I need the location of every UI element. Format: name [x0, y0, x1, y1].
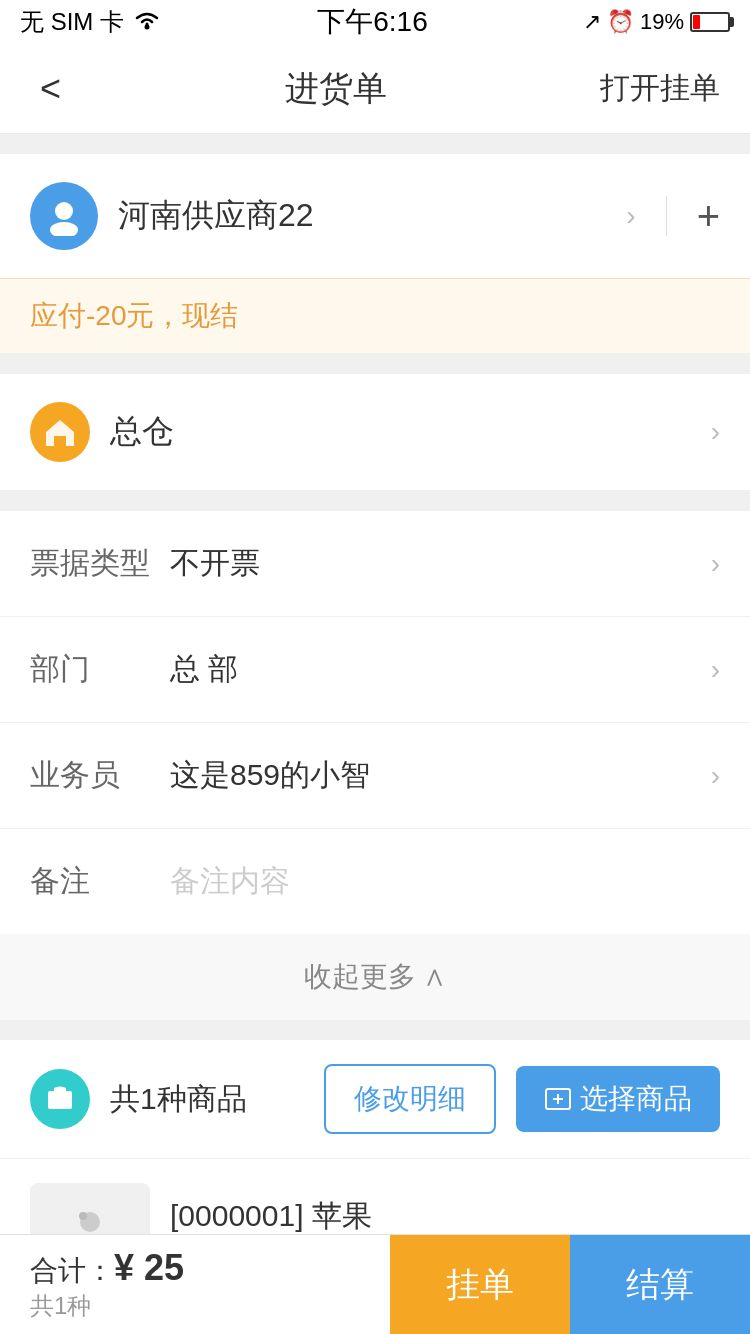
suspend-button[interactable]: 挂单 [390, 1235, 570, 1334]
back-button[interactable]: < [30, 58, 71, 120]
gap-3 [0, 490, 750, 510]
total-amount: ¥ 25 [114, 1247, 184, 1288]
form-section: 票据类型 不开票 › 部门 总 部 › 业务员 这是859的小智 › 备注 备注… [0, 510, 750, 934]
alarm-icon: ⏰ [607, 9, 634, 35]
select-product-button[interactable]: 选择商品 [516, 1066, 720, 1132]
select-product-label: 选择商品 [580, 1080, 692, 1118]
invoice-type-row[interactable]: 票据类型 不开票 › [0, 510, 750, 616]
location-icon: ↗ [583, 9, 601, 35]
bottom-bar: 合计：¥ 25 共1种 挂单 结算 [0, 1234, 750, 1334]
supplier-divider [666, 196, 667, 236]
notes-placeholder: 备注内容 [170, 861, 720, 902]
checkout-button[interactable]: 结算 [570, 1235, 750, 1334]
gap-2 [0, 353, 750, 373]
status-indicators: ↗ ⏰ 19% [583, 9, 730, 35]
page-title: 进货单 [285, 66, 387, 112]
open-suspend-button[interactable]: 打开挂单 [600, 68, 720, 109]
notes-label: 备注 [30, 861, 170, 902]
product-name: [0000001] 苹果 [170, 1196, 657, 1237]
status-bar: 无 SIM 卡 下午6:16 ↗ ⏰ 19% [0, 0, 750, 44]
supplier-name: 河南供应商22 [118, 194, 626, 238]
gap-1 [0, 134, 750, 154]
status-time: 下午6:16 [317, 3, 428, 41]
department-value: 总 部 [170, 649, 711, 690]
svg-point-2 [50, 222, 78, 236]
modify-detail-button[interactable]: 修改明细 [324, 1064, 496, 1134]
collapse-button[interactable]: 收起更多 ∧ [0, 934, 750, 1020]
nav-bar: < 进货单 打开挂单 [0, 44, 750, 134]
warehouse-name: 总仓 [110, 410, 711, 454]
salesperson-chevron-icon: › [711, 760, 720, 792]
add-supplier-button[interactable]: + [697, 194, 720, 239]
warehouse-icon [30, 402, 90, 462]
warehouse-section: 总仓 › [0, 373, 750, 490]
warehouse-row[interactable]: 总仓 › [0, 373, 750, 490]
invoice-type-label: 票据类型 [30, 543, 170, 584]
total-section: 合计：¥ 25 共1种 [0, 1235, 390, 1334]
supplier-section: 河南供应商22 › + 应付-20元，现结 [0, 154, 750, 353]
notes-row[interactable]: 备注 备注内容 [0, 828, 750, 934]
supplier-row[interactable]: 河南供应商22 › + [0, 154, 750, 278]
total-count: 共1种 [30, 1290, 360, 1322]
svg-point-1 [55, 202, 73, 220]
products-count-label: 共1种商品 [110, 1079, 304, 1120]
svg-point-9 [79, 1212, 87, 1220]
salesperson-value: 这是859的小智 [170, 755, 711, 796]
invoice-type-chevron-icon: › [711, 548, 720, 580]
department-row[interactable]: 部门 总 部 › [0, 616, 750, 722]
carrier-text: 无 SIM 卡 [20, 6, 124, 38]
svg-rect-4 [48, 1091, 72, 1109]
salesperson-row[interactable]: 业务员 这是859的小智 › [0, 722, 750, 828]
products-icon [30, 1069, 90, 1129]
supplier-chevron-icon: › [626, 200, 635, 232]
battery-icon [690, 12, 730, 32]
battery-percent: 19% [640, 9, 684, 35]
wifi-icon [132, 8, 162, 36]
info-banner: 应付-20元，现结 [0, 278, 750, 353]
products-header: 共1种商品 修改明细 选择商品 [0, 1040, 750, 1158]
svg-point-0 [145, 25, 150, 30]
svg-rect-3 [54, 436, 66, 446]
invoice-type-value: 不开票 [170, 543, 711, 584]
department-chevron-icon: › [711, 654, 720, 686]
department-label: 部门 [30, 649, 170, 690]
supplier-avatar [30, 182, 98, 250]
total-row: 合计：¥ 25 [30, 1247, 360, 1290]
total-label: 合计： [30, 1255, 114, 1286]
status-carrier: 无 SIM 卡 [20, 6, 162, 38]
warehouse-chevron-icon: › [711, 416, 720, 448]
gap-4 [0, 1020, 750, 1040]
salesperson-label: 业务员 [30, 755, 170, 796]
